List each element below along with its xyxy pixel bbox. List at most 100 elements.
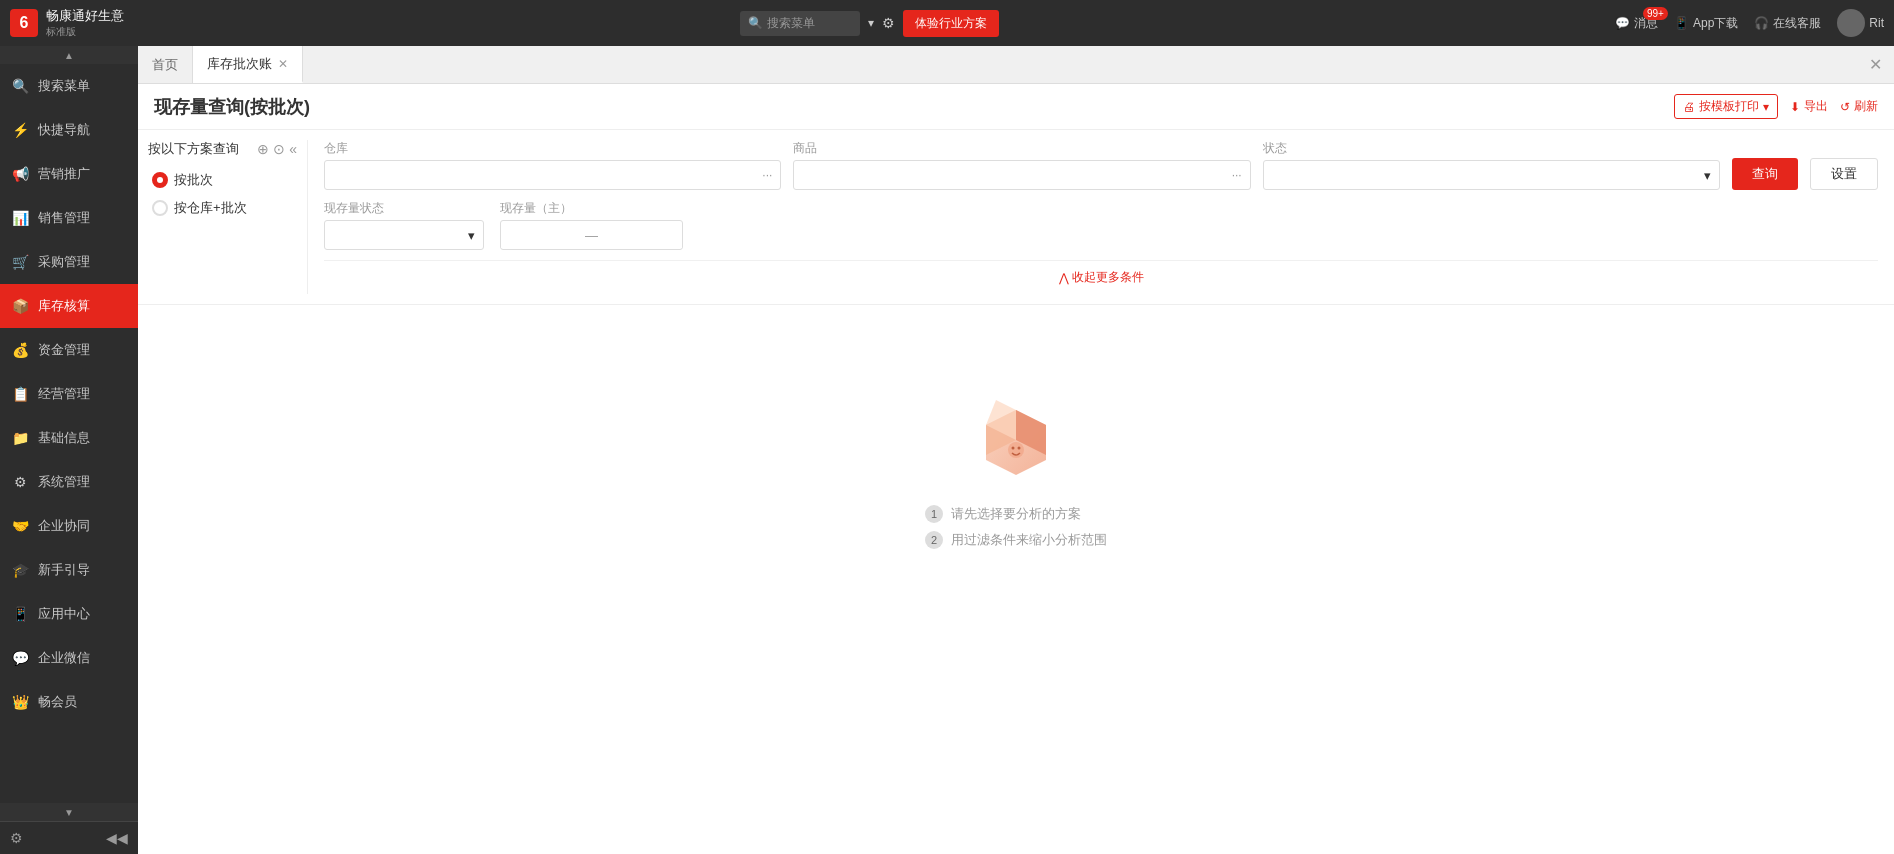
stock-status-select[interactable]: ▾ [324,220,484,250]
panel-header: 按以下方案查询 ⊕ ⊙ « [148,140,297,158]
sidebar-item-member[interactable]: 👑 畅会员 [0,680,138,724]
sidebar-item-search-menu[interactable]: 🔍 搜索菜单 [0,64,138,108]
export-btn[interactable]: ⬇ 导出 [1790,98,1828,115]
page-title-bar: 现存量查询(按批次) 🖨 按模板打印 ▾ ⬇ 导出 ↺ 刷新 [138,84,1894,130]
sidebar-item-quick-nav[interactable]: ⚡ 快捷导航 [0,108,138,152]
tab-inventory-batch[interactable]: 库存批次账 ✕ [193,46,303,83]
tab-home-label: 首页 [152,56,178,74]
headset-icon: 🎧 [1754,16,1769,30]
stock-range-min[interactable] [501,223,581,248]
refresh-btn[interactable]: ↺ 刷新 [1840,98,1878,115]
query-btn[interactable]: 查询 [1732,158,1798,190]
print-btn[interactable]: 🖨 按模板打印 ▾ [1674,94,1778,119]
collapse-area[interactable]: ⋀ 收起更多条件 [324,260,1878,294]
collapse-label: 收起更多条件 [1072,269,1144,286]
filter-row-2: 现存量状态 ▾ 现存量（主） — [324,200,1878,250]
header-dropdown-btn[interactable]: ▾ [868,16,874,30]
header-center: 🔍 搜索菜单 ▾ ⚙ 体验行业方案 [740,10,999,37]
sidebar-item-finance[interactable]: 💰 资金管理 [0,328,138,372]
sidebar-item-purchase[interactable]: 🛒 采购管理 [0,240,138,284]
export-icon: ⬇ [1790,100,1800,114]
page-title-actions: 🖨 按模板打印 ▾ ⬇ 导出 ↺ 刷新 [1674,94,1878,119]
basic-info-icon: 📁 [10,428,30,448]
warehouse-label: 仓库 [324,140,781,157]
sidebar-item-label: 营销推广 [38,165,90,183]
sidebar-item-label: 基础信息 [38,429,90,447]
collapse-text: ⋀ 收起更多条件 [1059,269,1144,286]
sidebar-item-basic-info[interactable]: 📁 基础信息 [0,416,138,460]
sidebar-item-system[interactable]: ⚙ 系统管理 [0,460,138,504]
setting-btn[interactable]: 设置 [1810,158,1878,190]
panel-add-btn[interactable]: ⊕ [257,141,269,157]
top-header: 6 畅康通好生意 标准版 🔍 搜索菜单 ▾ ⚙ 体验行业方案 💬 消息 99+ … [0,0,1894,46]
sidebar-item-inventory[interactable]: 📦 库存核算 [0,284,138,328]
filter-field-stock-main: 现存量（主） — [500,200,683,250]
sidebar-item-sales[interactable]: 📊 销售管理 [0,196,138,240]
empty-state: 1 请先选择要分析的方案 2 用过滤条件来缩小分析范围 [138,305,1894,629]
search-bar[interactable]: 🔍 搜索菜单 [740,11,860,36]
hint-text-2: 用过滤条件来缩小分析范围 [951,531,1107,549]
tab-close-main-icon[interactable]: ✕ [1857,46,1894,83]
sidebar-item-newbie[interactable]: 🎓 新手引导 [0,548,138,592]
stock-range-max[interactable] [602,223,682,248]
empty-icon [966,385,1066,485]
filter-field-status: 状态 ▾ [1263,140,1720,190]
panel-header-actions: ⊕ ⊙ « [257,141,297,157]
print-dropdown-icon: ▾ [1763,100,1769,114]
refresh-label: 刷新 [1854,98,1878,115]
sidebar-settings-btn[interactable]: ⚙ [10,830,23,846]
collapse-up-icon: ⋀ [1059,271,1069,285]
header-gear-btn[interactable]: ⚙ [882,15,895,31]
experience-btn[interactable]: 体验行业方案 [903,10,999,37]
panel-collapse-btn[interactable]: « [289,141,297,157]
tab-home[interactable]: 首页 [138,46,193,83]
status-label: 状态 [1263,140,1720,157]
sidebar-item-enterprise[interactable]: 🤝 企业协同 [0,504,138,548]
product-more-icon: ··· [1232,168,1242,182]
filter-row-1: 仓库 ··· 商品 ··· [324,140,1878,190]
sidebar-item-label: 企业微信 [38,649,90,667]
stock-status-label: 现存量状态 [324,200,484,217]
status-select[interactable]: ▾ [1263,160,1720,190]
sidebar-items: 🔍 搜索菜单 ⚡ 快捷导航 📢 营销推广 📊 销售管理 🛒 采购管理 📦 [0,64,138,803]
sidebar-item-label: 销售管理 [38,209,90,227]
sidebar-item-marketing[interactable]: 📢 营销推广 [0,152,138,196]
scheme-radio-batch [152,172,168,188]
scheme-label-warehouse-batch: 按仓库+批次 [174,199,247,217]
scheme-item-batch[interactable]: 按批次 [148,166,297,194]
sidebar-item-operation[interactable]: 📋 经营管理 [0,372,138,416]
sidebar-item-label: 采购管理 [38,253,90,271]
app-download-action[interactable]: 📱 App下载 [1674,15,1738,32]
finance-icon: 💰 [10,340,30,360]
left-panel: 按以下方案查询 ⊕ ⊙ « 按批次 按仓库+批次 [138,140,308,294]
tab-close-icon[interactable]: ✕ [278,57,288,71]
scheme-item-warehouse-batch[interactable]: 按仓库+批次 [148,194,297,222]
hint-num-1: 1 [925,505,943,523]
online-service-label: 在线客服 [1773,15,1821,32]
sidebar-bottom: ⚙ ◀◀ [0,821,138,854]
sidebar-item-label: 新手引导 [38,561,90,579]
message-action[interactable]: 💬 消息 99+ [1615,15,1658,32]
sidebar-scroll-up[interactable]: ▲ [0,46,138,64]
panel-settings-btn[interactable]: ⊙ [273,141,285,157]
sidebar-item-label: 库存核算 [38,297,90,315]
sidebar-item-wechat[interactable]: 💬 企业微信 [0,636,138,680]
sidebar-item-app-center[interactable]: 📱 应用中心 [0,592,138,636]
brand-logo: 6 [10,9,38,37]
online-service-action[interactable]: 🎧 在线客服 [1754,15,1821,32]
stock-range-dash: — [581,228,602,243]
sidebar-scroll-down[interactable]: ▼ [0,803,138,821]
warehouse-input[interactable]: ··· [324,160,781,190]
status-chevron-icon: ▾ [1704,168,1711,183]
user-action[interactable]: Rit [1837,9,1884,37]
page-content: 现存量查询(按批次) 🖨 按模板打印 ▾ ⬇ 导出 ↺ 刷新 [138,84,1894,854]
user-name: Rit [1869,16,1884,30]
filter-area: 按以下方案查询 ⊕ ⊙ « 按批次 按仓库+批次 [138,130,1894,305]
search-label: 搜索菜单 [767,15,815,32]
filter-field-product: 商品 ··· [793,140,1250,190]
product-input[interactable]: ··· [793,160,1250,190]
sidebar-item-label: 企业协同 [38,517,90,535]
sidebar-item-label: 搜索菜单 [38,77,90,95]
sidebar-collapse-btn[interactable]: ◀◀ [106,830,128,846]
header-left: 6 畅康通好生意 标准版 [10,7,124,39]
